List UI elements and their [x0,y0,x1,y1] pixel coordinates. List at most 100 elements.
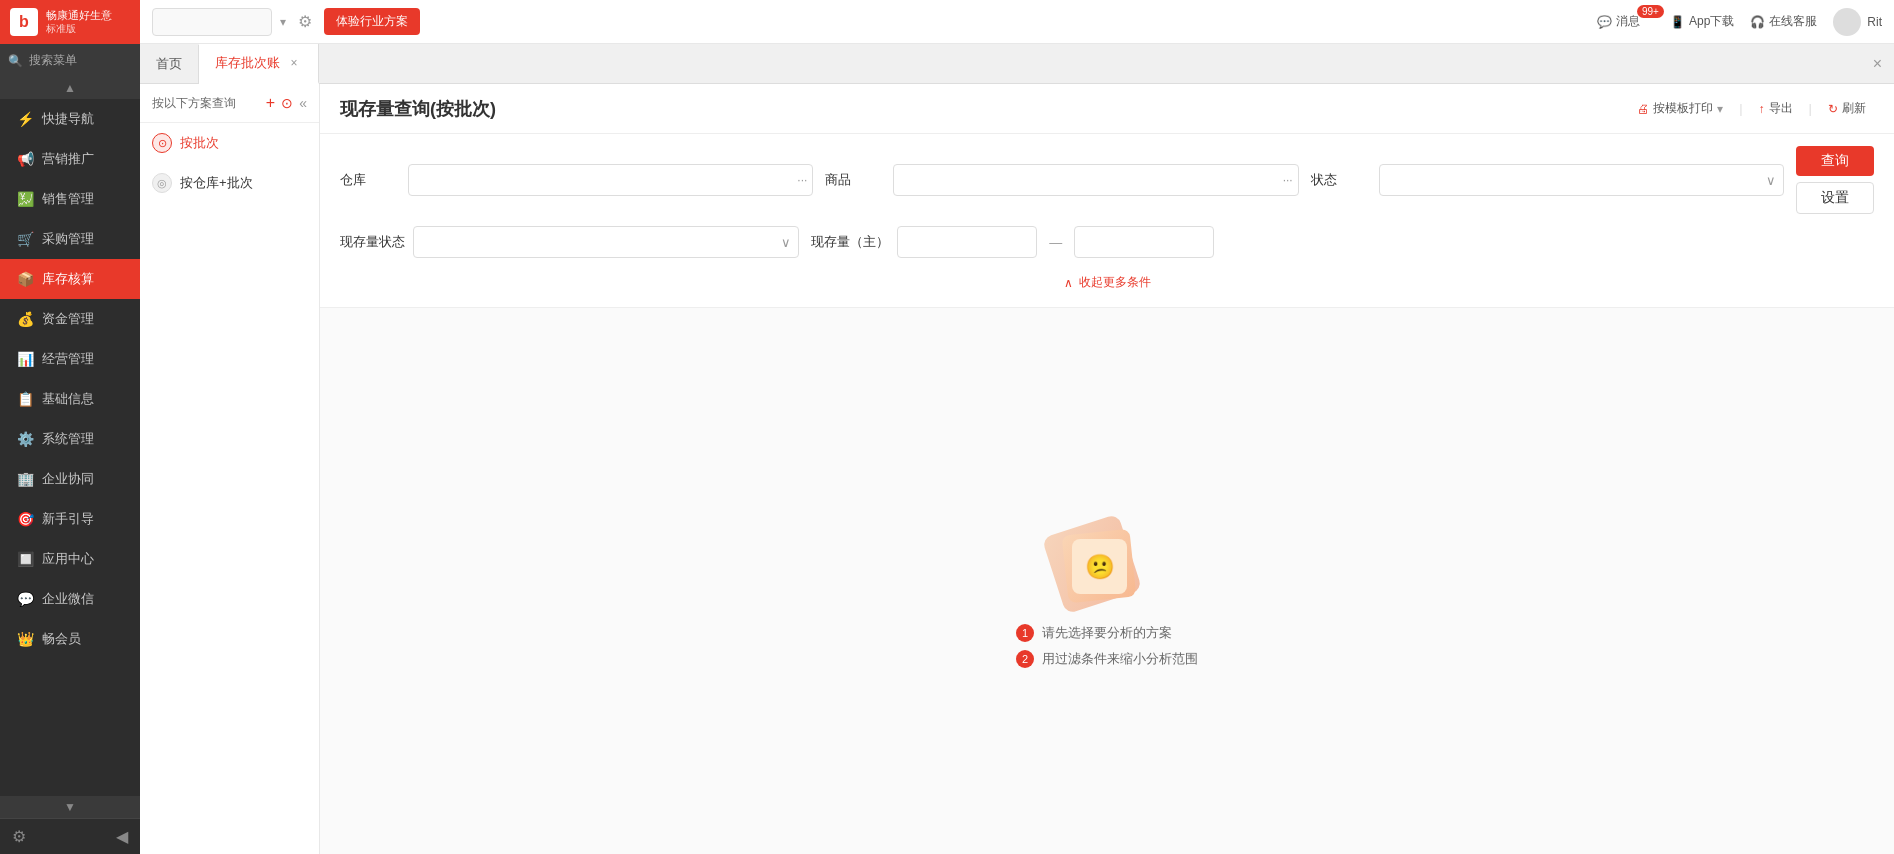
operation-icon: 📊 [16,350,34,368]
scroll-up-btn[interactable]: ▲ [0,77,140,99]
filter-warehouse: 仓库 ··· [340,164,813,196]
sidebar-item-system[interactable]: ⚙️ 系统管理 [0,419,140,459]
sidebar-item-purchase[interactable]: 🛒 采购管理 [0,219,140,259]
sidebar-item-label: 经营管理 [42,350,94,368]
username-label: Rit [1867,15,1882,29]
settings-btn[interactable]: 设置 [1796,182,1874,214]
topbar-dropdown-arrow[interactable]: ▾ [280,15,286,29]
sidebar-item-marketing[interactable]: 📢 营销推广 [0,139,140,179]
inventory-qty-min[interactable] [897,226,1037,258]
page-title: 现存量查询(按批次) [340,97,496,121]
message-icon: 💬 [1597,15,1612,29]
page-content: 按以下方案查询 + ⊙ « ⊙ 按批次 ◎ 按仓库+批次 现存量查询(按批次) [140,84,1894,854]
sidebar-footer: ⚙ ◀ [0,818,140,854]
sidebar-item-basic[interactable]: 📋 基础信息 [0,379,140,419]
goods-input[interactable] [893,164,1298,196]
status-select[interactable] [1379,164,1784,196]
print-template-btn[interactable]: 🖨 按模板打印 ▾ [1629,96,1731,121]
sidebar-item-label: 企业协同 [42,470,94,488]
tip1-text: 请先选择要分析的方案 [1042,624,1172,642]
sidebar-nav: ⚡ 快捷导航 📢 营销推广 💹 销售管理 🛒 采购管理 📦 库存核算 💰 资金管… [0,99,140,796]
sidebar-header: b 畅康通好生意 标准版 [0,0,140,44]
status-label: 状态 [1311,171,1371,189]
finance-icon: 💰 [16,310,34,328]
service-icon: 🎧 [1750,15,1765,29]
inventory-status-select[interactable] [413,226,799,258]
sidebar-item-label: 企业微信 [42,590,94,608]
tab-home[interactable]: 首页 [140,45,199,83]
user-menu[interactable]: Rit [1833,8,1882,36]
sidebar-item-label: 新手引导 [42,510,94,528]
trial-btn[interactable]: 体验行业方案 [324,8,420,35]
warehouse-input-wrapper: ··· [408,164,813,196]
sidebar-item-finance[interactable]: 💰 资金管理 [0,299,140,339]
status-arrow: ∨ [1766,173,1776,188]
empty-state: 😕 1 请先选择要分析的方案 2 用过滤条件来缩小分析范围 [1016,494,1198,668]
goods-label: 商品 [825,171,885,189]
query-btn[interactable]: 查询 [1796,146,1874,176]
export-icon: ↑ [1759,102,1765,116]
collapse-panel-btn[interactable]: « [299,95,307,111]
left-panel-header: 按以下方案查询 + ⊙ « [140,84,319,123]
sidebar-item-newguide[interactable]: 🎯 新手引导 [0,499,140,539]
filter-row-1: 仓库 ··· 商品 ··· 状态 [340,146,1874,214]
marketing-icon: 📢 [16,150,34,168]
topbar-search-area [152,8,272,36]
tab-batch-inventory[interactable]: 库存批次账 × [199,44,319,84]
tip2-num: 2 [1016,650,1034,668]
scheme-item-warehouse-batch[interactable]: ◎ 按仓库+批次 [140,163,319,203]
print-dropdown-arrow[interactable]: ▾ [1717,102,1723,116]
content-area: 😕 1 请先选择要分析的方案 2 用过滤条件来缩小分析范围 [320,308,1894,854]
sidebar-item-enterprise[interactable]: 🏢 企业协同 [0,459,140,499]
online-service-btn[interactable]: 🎧 在线客服 [1750,13,1817,30]
tip1-num: 1 [1016,624,1034,642]
empty-tips: 1 请先选择要分析的方案 2 用过滤条件来缩小分析范围 [1016,624,1198,668]
sidebar-search[interactable]: 🔍 搜索菜单 [0,44,140,77]
empty-illustration: 😕 [1047,494,1167,604]
enterprise-icon: 🏢 [16,470,34,488]
filter-goods: 商品 ··· [825,164,1298,196]
sidebar-item-inventory[interactable]: 📦 库存核算 [0,259,140,299]
warehouse-input[interactable] [408,164,813,196]
add-scheme-btn[interactable]: + [266,94,275,112]
sidebar-item-wechat[interactable]: 💬 企业微信 [0,579,140,619]
warehouse-more-btn[interactable]: ··· [797,173,807,187]
scheme-warehouse-icon: ◎ [152,173,172,193]
scheme-batch-label: 按批次 [180,134,219,152]
left-panel-actions: + ⊙ « [266,94,307,112]
settings-footer-icon[interactable]: ⚙ [12,827,26,846]
sidebar-item-label: 基础信息 [42,390,94,408]
app-version: 标准版 [46,22,112,36]
topbar-search-input[interactable] [152,8,272,36]
search-icon: 🔍 [8,54,23,68]
tab-close-btn[interactable]: × [286,55,302,71]
sidebar-item-member[interactable]: 👑 畅会员 [0,619,140,659]
close-all-tabs-btn[interactable]: × [1861,55,1894,73]
app-download-btn[interactable]: 📱 App下载 [1670,13,1734,30]
sidebar-item-label: 销售管理 [42,190,94,208]
scroll-down-btn[interactable]: ▼ [0,796,140,818]
inventory-qty-max[interactable] [1074,226,1214,258]
scheme-item-batch[interactable]: ⊙ 按批次 [140,123,319,163]
page-header: 现存量查询(按批次) 🖨 按模板打印 ▾ | ↑ 导出 | ↻ [320,84,1894,134]
refresh-btn[interactable]: ↻ 刷新 [1820,96,1874,121]
empty-tip-2: 2 用过滤条件来缩小分析范围 [1016,650,1198,668]
sidebar-item-label: 库存核算 [42,270,94,288]
message-btn[interactable]: 💬 消息 99+ [1597,13,1654,30]
topbar-gear-icon[interactable]: ⚙ [294,12,316,31]
collapse-sidebar-icon[interactable]: ◀ [116,827,128,846]
inv-status-arrow: ∨ [781,235,791,250]
export-btn[interactable]: ↑ 导出 [1751,96,1801,121]
sidebar-item-operation[interactable]: 📊 经营管理 [0,339,140,379]
quicknav-icon: ⚡ [16,110,34,128]
sidebar-item-appcenter[interactable]: 🔲 应用中心 [0,539,140,579]
sidebar-item-quicknav[interactable]: ⚡ 快捷导航 [0,99,140,139]
sales-icon: 💹 [16,190,34,208]
scheme-settings-icon[interactable]: ⊙ [281,95,293,111]
sidebar-brand: 畅康通好生意 标准版 [46,8,112,36]
sidebar-item-sales[interactable]: 💹 销售管理 [0,179,140,219]
refresh-icon: ↻ [1828,102,1838,116]
collapse-filters-btn[interactable]: ∧ 收起更多条件 [340,270,1874,295]
goods-more-btn[interactable]: ··· [1283,173,1293,187]
filter-row-2: 现存量状态 ∨ 现存量（主） — [340,226,1874,258]
